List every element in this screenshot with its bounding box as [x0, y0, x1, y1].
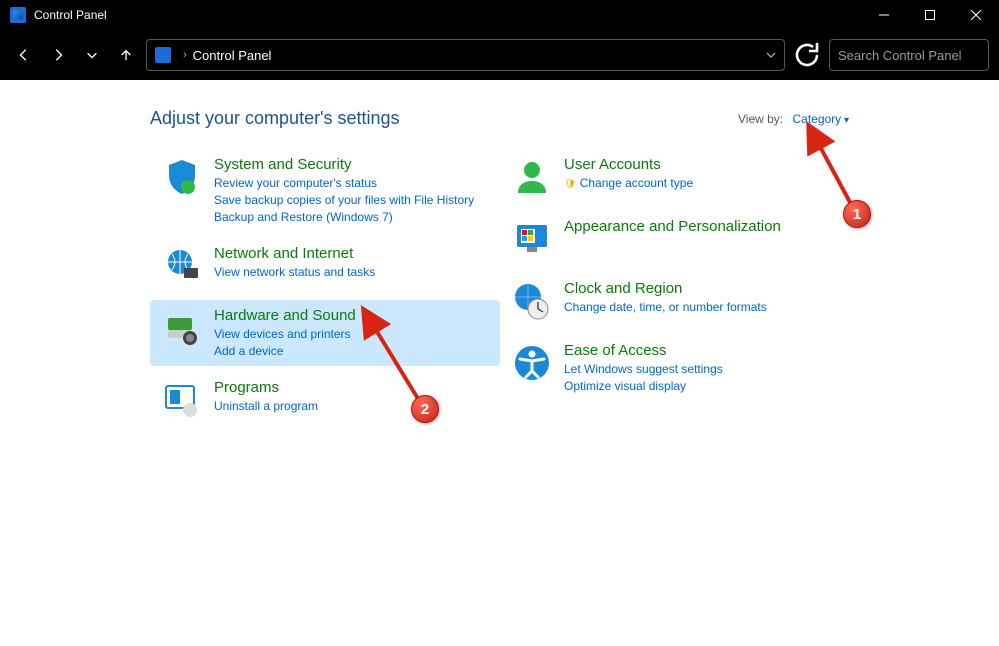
category-title[interactable]: Hardware and Sound	[214, 306, 356, 326]
recent-dropdown[interactable]	[78, 41, 106, 69]
category-link[interactable]: Optimize visual display	[564, 378, 723, 395]
category-system-security[interactable]: System and Security Review your computer…	[150, 149, 500, 232]
category-link[interactable]: Review your computer's status	[214, 175, 474, 192]
category-link[interactable]: Uninstall a program	[214, 398, 318, 415]
category-link[interactable]: Let Windows suggest settings	[564, 361, 723, 378]
annotation-badge-1: 1	[843, 200, 871, 228]
search-box[interactable]	[829, 39, 989, 71]
minimize-button[interactable]	[861, 0, 907, 30]
category-link[interactable]: Save backup copies of your files with Fi…	[214, 192, 474, 209]
category-link[interactable]: Backup and Restore (Windows 7)	[214, 209, 474, 226]
page-heading: Adjust your computer's settings	[150, 108, 999, 129]
category-title[interactable]: Programs	[214, 378, 318, 398]
address-dropdown-icon[interactable]	[766, 48, 776, 63]
forward-button[interactable]	[44, 41, 72, 69]
window-titlebar: Control Panel	[0, 0, 999, 30]
category-link[interactable]: View devices and printers	[214, 326, 356, 343]
printer-icon	[160, 306, 204, 350]
category-programs[interactable]: Programs Uninstall a program	[150, 372, 500, 428]
category-user-accounts[interactable]: User Accounts Change account type	[500, 149, 850, 205]
view-by-control: View by: Category	[738, 112, 849, 126]
control-panel-icon	[10, 7, 26, 23]
category-link[interactable]: Change account type	[564, 175, 693, 193]
globe-icon	[160, 244, 204, 288]
user-icon	[510, 155, 554, 199]
category-clock-region[interactable]: Clock and Region Change date, time, or n…	[500, 273, 850, 329]
location-icon	[155, 47, 171, 63]
category-title[interactable]: Network and Internet	[214, 244, 375, 264]
address-bar: › Control Panel	[0, 30, 999, 80]
category-link[interactable]: Add a device	[214, 343, 356, 360]
category-title[interactable]: System and Security	[214, 155, 474, 175]
category-appearance-personalization[interactable]: Appearance and Personalization	[500, 211, 850, 267]
content-pane: Adjust your computer's settings View by:…	[0, 80, 999, 646]
view-by-label: View by:	[738, 112, 783, 126]
address-path: Control Panel	[193, 48, 272, 63]
shield-icon	[160, 155, 204, 199]
window-title: Control Panel	[34, 8, 861, 22]
close-button[interactable]	[953, 0, 999, 30]
category-link[interactable]: Change date, time, or number formats	[564, 299, 767, 316]
category-link[interactable]: View network status and tasks	[214, 264, 375, 281]
category-column-left: System and Security Review your computer…	[150, 149, 500, 434]
view-by-dropdown[interactable]: Category	[792, 112, 849, 126]
category-column-right: User Accounts Change account type Appear…	[500, 149, 850, 434]
up-button[interactable]	[112, 41, 140, 69]
maximize-button[interactable]	[907, 0, 953, 30]
programs-icon	[160, 378, 204, 422]
back-button[interactable]	[10, 41, 38, 69]
search-input[interactable]	[838, 48, 999, 63]
breadcrumb-separator: ›	[183, 49, 187, 61]
monitor-icon	[510, 217, 554, 261]
category-title[interactable]: Appearance and Personalization	[564, 217, 781, 237]
refresh-button[interactable]	[791, 39, 823, 71]
accessibility-icon	[510, 341, 554, 385]
category-network-internet[interactable]: Network and Internet View network status…	[150, 238, 500, 294]
category-title[interactable]: User Accounts	[564, 155, 693, 175]
address-box[interactable]: › Control Panel	[146, 39, 785, 71]
clock-icon	[510, 279, 554, 323]
category-ease-of-access[interactable]: Ease of Access Let Windows suggest setti…	[500, 335, 850, 401]
annotation-badge-2: 2	[411, 395, 439, 423]
category-title[interactable]: Clock and Region	[564, 279, 767, 299]
category-title[interactable]: Ease of Access	[564, 341, 723, 361]
category-hardware-sound[interactable]: Hardware and Sound View devices and prin…	[150, 300, 500, 366]
